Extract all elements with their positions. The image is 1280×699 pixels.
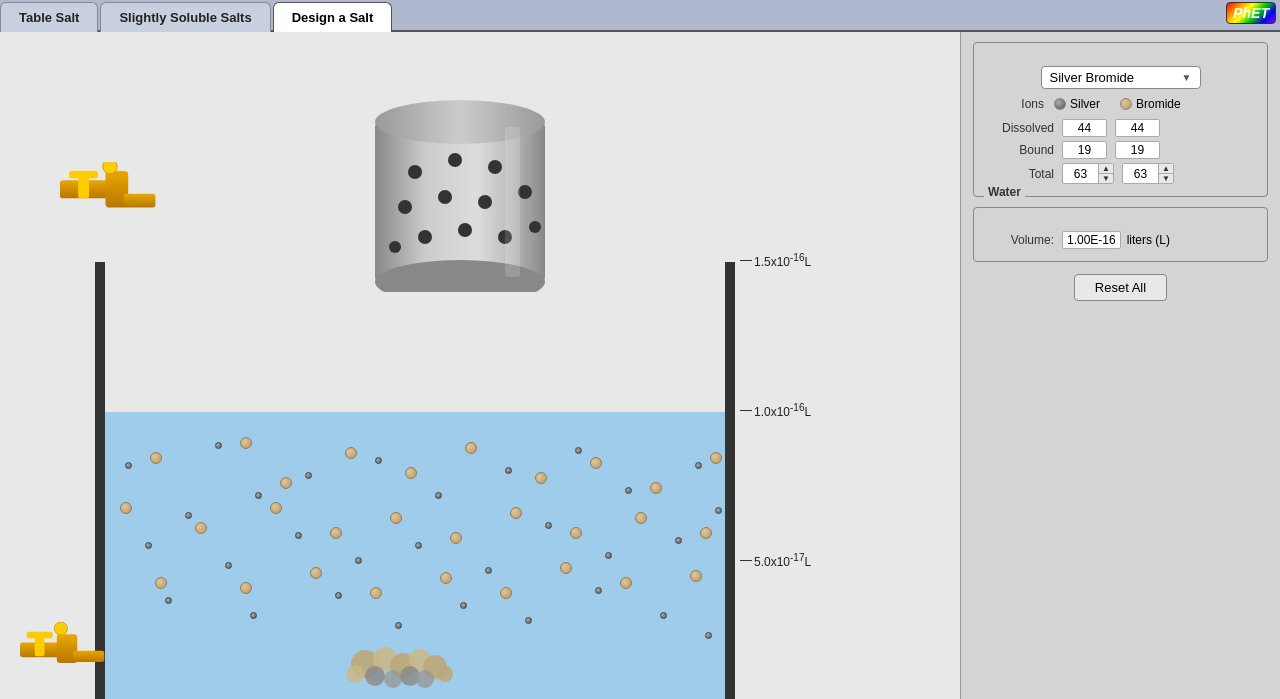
bound-silver-value: 19 [1062, 141, 1107, 159]
svg-rect-20 [69, 171, 98, 178]
svg-point-21 [103, 162, 118, 174]
scale-markings: 1.5x10-16L 1.0x10-16L 5.0x10-17L [740, 260, 820, 699]
tab-bar: Table Salt Slightly Soluble Salts Design… [0, 0, 1280, 32]
tab-slightly-soluble[interactable]: Slightly Soluble Salts [100, 2, 270, 32]
svg-rect-15 [505, 127, 520, 277]
total-silver-stepper[interactable]: 63 ▲ ▼ [1062, 163, 1114, 184]
ions-row: Ions Silver Bromide [984, 97, 1257, 111]
svg-point-5 [488, 160, 502, 174]
total-row: Total 63 ▲ ▼ 63 ▲ ▼ [984, 163, 1257, 184]
total-bromide-value: 63 [1123, 166, 1158, 182]
scale-label-mid: 1.0x10-16L [754, 402, 811, 419]
total-bromide-stepper[interactable]: 63 ▲ ▼ [1122, 163, 1174, 184]
salt-shaker[interactable] [360, 72, 560, 282]
phet-logo: PhET [1226, 2, 1276, 24]
dissolved-bromide-value: 44 [1115, 119, 1160, 137]
beaker [95, 262, 735, 699]
reset-all-button[interactable]: Reset All [1074, 274, 1167, 301]
volume-row: Volume: 1.00E-16 liters (L) [984, 231, 1257, 249]
bromide-ion-label: Bromide [1136, 97, 1181, 111]
svg-point-10 [418, 230, 432, 244]
volume-unit: liters (L) [1127, 233, 1170, 247]
ion1-item: Silver [1054, 97, 1100, 111]
dissolved-row: Dissolved 44 44 [984, 119, 1257, 137]
faucet-top[interactable] [60, 162, 160, 242]
dissolved-label: Dissolved [984, 121, 1054, 135]
svg-point-3 [408, 165, 422, 179]
volume-value: 1.00E-16 [1062, 231, 1121, 249]
svg-point-6 [398, 200, 412, 214]
main-content: 1.5x10-16L 1.0x10-16L 5.0x10-17L [0, 32, 1280, 699]
volume-label: Volume: [984, 233, 1054, 247]
tab-design-salt[interactable]: Design a Salt [273, 2, 393, 32]
svg-point-7 [438, 190, 452, 204]
scale-label-low: 5.0x10-17L [754, 552, 811, 569]
salt-dropdown[interactable]: Silver Bromide ▼ [1041, 66, 1201, 89]
salt-dropdown-container: Silver Bromide ▼ [984, 66, 1257, 89]
water-section: Water Volume: 1.00E-16 liters (L) [973, 207, 1268, 262]
total-label: Total [984, 167, 1054, 181]
simulation-area: 1.5x10-16L 1.0x10-16L 5.0x10-17L [0, 32, 960, 699]
svg-rect-37 [27, 632, 53, 639]
svg-point-8 [478, 195, 492, 209]
svg-rect-18 [124, 194, 156, 208]
right-panel: Salt Silver Bromide ▼ Ions Silver Bromid… [960, 32, 1280, 699]
total-bromide-down[interactable]: ▼ [1159, 174, 1173, 183]
water-section-title: Water [984, 185, 1025, 199]
faucet-bottom[interactable] [20, 622, 110, 699]
total-silver-value: 63 [1063, 166, 1098, 182]
salt-section: Salt Silver Bromide ▼ Ions Silver Bromid… [973, 42, 1268, 197]
svg-rect-35 [73, 651, 104, 662]
dissolved-silver-value: 44 [1062, 119, 1107, 137]
salt-section-title: Salt [984, 32, 1014, 34]
dropdown-arrow-icon: ▼ [1182, 72, 1192, 83]
svg-point-9 [518, 185, 532, 199]
scale-label-high: 1.5x10-16L [754, 252, 811, 269]
stepper-btns-bromide: ▲ ▼ [1158, 164, 1173, 183]
tab-table-salt[interactable]: Table Salt [0, 2, 98, 32]
bromide-ion-dot [1120, 98, 1132, 110]
silver-ion-dot [1054, 98, 1066, 110]
svg-point-13 [389, 241, 401, 253]
stepper-btns-silver: ▲ ▼ [1098, 164, 1113, 183]
bound-label: Bound [984, 143, 1054, 157]
svg-point-38 [54, 622, 67, 635]
ion2-item: Bromide [1120, 97, 1181, 111]
svg-point-14 [529, 221, 541, 233]
svg-point-11 [458, 223, 472, 237]
svg-point-4 [448, 153, 462, 167]
salt-dropdown-value: Silver Bromide [1050, 70, 1135, 85]
bound-row: Bound 19 19 [984, 141, 1257, 159]
bound-bromide-value: 19 [1115, 141, 1160, 159]
total-bromide-up[interactable]: ▲ [1159, 164, 1173, 174]
total-silver-down[interactable]: ▼ [1099, 174, 1113, 183]
total-silver-up[interactable]: ▲ [1099, 164, 1113, 174]
silver-ion-label: Silver [1070, 97, 1100, 111]
